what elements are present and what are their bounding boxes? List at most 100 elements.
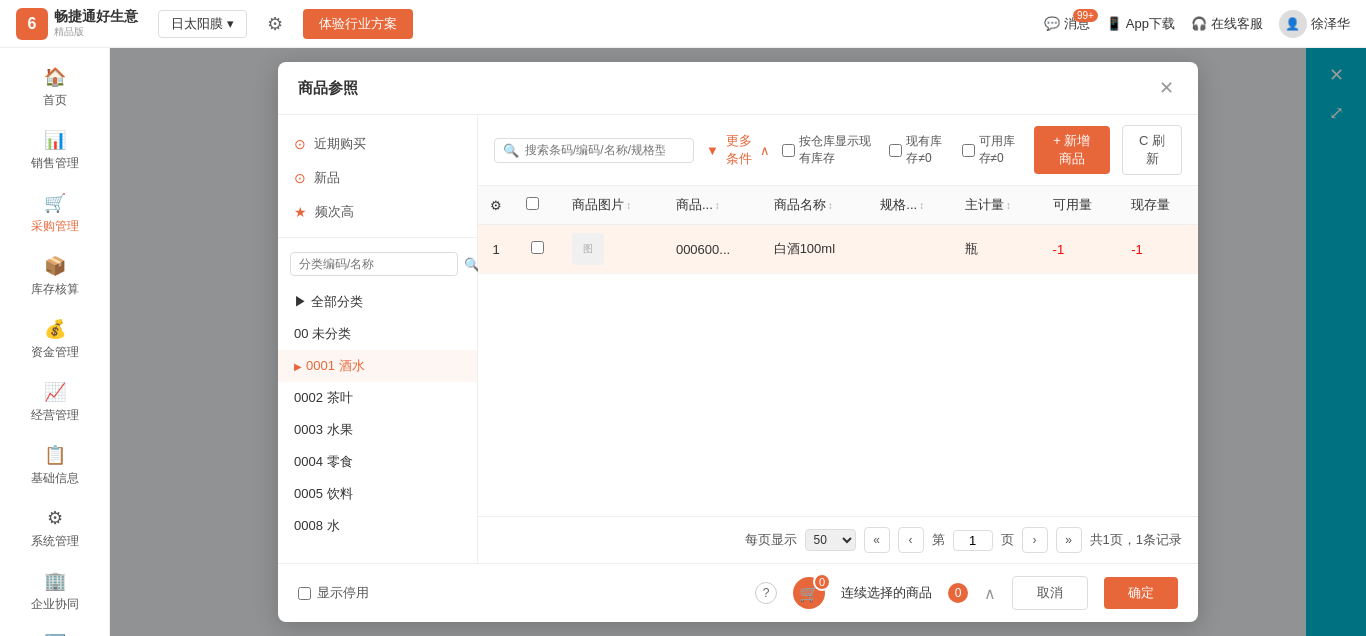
table-body: 1 图 000600... 白酒100ml <box>478 225 1198 274</box>
show-disabled-label: 显示停用 <box>317 584 369 602</box>
nav-new-label: 新品 <box>314 169 340 187</box>
checkbox-warehouse-stock-input[interactable] <box>782 144 795 157</box>
last-page-button[interactable]: » <box>1056 527 1082 553</box>
filter-more-button[interactable]: ▼ 更多条件 ∧ <box>706 132 770 168</box>
th-code[interactable]: 商品...↕ <box>664 186 762 225</box>
add-product-button[interactable]: + 新增商品 <box>1034 126 1111 174</box>
prev-page-button[interactable]: ‹ <box>898 527 924 553</box>
row-checkbox[interactable] <box>514 225 560 274</box>
th-settings[interactable]: ⚙ <box>478 186 514 225</box>
category-all[interactable]: ▶ 全部分类 <box>278 286 477 318</box>
category-0005[interactable]: 0005 饮料 <box>278 478 477 510</box>
category-0003[interactable]: 0003 水果 <box>278 414 477 446</box>
modal-body: ⊙ 近期购买 ⊙ 新品 ★ 频次高 🔍 <box>278 115 1198 563</box>
sidebar-label-sales: 销售管理 <box>31 155 79 172</box>
nav-new-product[interactable]: ⊙ 新品 <box>278 161 477 195</box>
checkbox-stock-nonzero[interactable]: 现有库存≠0 <box>889 133 949 167</box>
sidebar-label-home: 首页 <box>43 92 67 109</box>
show-disabled-checkbox[interactable] <box>298 587 311 600</box>
sidebar-item-operation[interactable]: 📈 经营管理 <box>0 371 109 434</box>
category-search-input[interactable] <box>290 252 458 276</box>
sidebar-label-operation: 经营管理 <box>31 407 79 424</box>
row-image: 图 <box>560 225 664 274</box>
help-icon[interactable]: ? <box>755 582 777 604</box>
product-table: ⚙ 商品图片↕ 商品...↕ 商品名称↕ <box>478 186 1198 274</box>
left-nav-divider <box>278 237 477 238</box>
sidebar-item-home[interactable]: 🏠 首页 <box>0 56 109 119</box>
online-service-label: 在线客服 <box>1211 15 1263 33</box>
product-thumbnail: 图 <box>572 233 604 265</box>
operation-icon: 📈 <box>44 381 66 403</box>
store-name: 日太阳膜 <box>171 15 223 33</box>
store-selector[interactable]: 日太阳膜 ▾ <box>158 10 247 38</box>
sidebar-item-sales[interactable]: 📊 销售管理 <box>0 119 109 182</box>
checkbox-available-nonzero-input[interactable] <box>962 144 975 157</box>
row-spec <box>868 225 953 274</box>
sidebar-item-finance[interactable]: 💰 资金管理 <box>0 308 109 371</box>
username: 徐泽华 <box>1311 15 1350 33</box>
th-unit[interactable]: 主计量↕ <box>953 186 1040 225</box>
sidebar-item-purchase[interactable]: 🛒 采购管理 <box>0 182 109 245</box>
category-0002[interactable]: 0002 茶叶 <box>278 382 477 414</box>
table-header: ⚙ 商品图片↕ 商品...↕ 商品名称↕ <box>478 186 1198 225</box>
collapse-footer-icon[interactable]: ∧ <box>984 584 996 603</box>
sales-icon: 📊 <box>44 129 66 151</box>
checkbox-available-nonzero[interactable]: 可用库存≠0 <box>962 133 1022 167</box>
page-unit: 页 <box>1001 531 1014 549</box>
refresh-button[interactable]: C 刷新 <box>1122 125 1182 175</box>
sidebar-label-system: 系统管理 <box>31 533 79 550</box>
nav-recent-purchase[interactable]: ⊙ 近期购买 <box>278 127 477 161</box>
chevron-down-icon: ▾ <box>227 16 234 31</box>
sidebar-item-guide[interactable]: 🆕 新手引导 <box>0 623 109 636</box>
next-page-button[interactable]: › <box>1022 527 1048 553</box>
online-service-item[interactable]: 🎧 在线客服 <box>1191 15 1263 33</box>
continue-select-label: 连续选择的商品 <box>841 584 932 602</box>
messages-item[interactable]: 💬 消息 99+ <box>1044 15 1090 33</box>
row-code: 000600... <box>664 225 762 274</box>
confirm-button[interactable]: 确定 <box>1104 577 1178 609</box>
sidebar-item-inventory[interactable]: 📦 库存核算 <box>0 245 109 308</box>
category-0010[interactable]: 0010 家电 <box>278 542 477 551</box>
checkbox-warehouse-label: 按仓库显示现有库存 <box>799 133 878 167</box>
modal-left-panel: ⊙ 近期购买 ⊙ 新品 ★ 频次高 🔍 <box>278 115 478 563</box>
user-item[interactable]: 👤 徐泽华 <box>1279 10 1350 38</box>
row-name: 白酒100ml <box>762 225 869 274</box>
row-index: 1 <box>478 225 514 274</box>
selected-count: 0 <box>948 583 968 603</box>
settings-icon[interactable]: ⚙ <box>259 8 291 40</box>
product-table-wrapper: ⚙ 商品图片↕ 商品...↕ 商品名称↕ <box>478 186 1198 516</box>
table-row[interactable]: 1 图 000600... 白酒100ml <box>478 225 1198 274</box>
first-page-button[interactable]: « <box>864 527 890 553</box>
modal-close-button[interactable]: ✕ <box>1154 76 1178 100</box>
recent-icon: ⊙ <box>294 136 306 152</box>
sidebar-item-system[interactable]: ⚙ 系统管理 <box>0 497 109 560</box>
category-0004[interactable]: 0004 零食 <box>278 446 477 478</box>
logo-icon: 6 <box>16 8 48 40</box>
row-unit: 瓶 <box>953 225 1040 274</box>
cancel-button[interactable]: 取消 <box>1012 576 1088 610</box>
category-0008[interactable]: 0008 水 <box>278 510 477 542</box>
logo-area: 6 畅捷通好生意 精品版 <box>16 8 138 40</box>
category-0001[interactable]: ▶ 0001 酒水 <box>278 350 477 382</box>
nav-frequent[interactable]: ★ 频次高 <box>278 195 477 229</box>
checkbox-stock-nonzero-input[interactable] <box>889 144 902 157</box>
checkbox-warehouse-stock[interactable]: 按仓库显示现有库存 <box>782 133 878 167</box>
sidebar-item-basic[interactable]: 📋 基础信息 <box>0 434 109 497</box>
page-number-input[interactable] <box>953 530 993 551</box>
row-select-checkbox[interactable] <box>531 241 544 254</box>
product-search-input[interactable] <box>525 143 665 157</box>
cart-wrap: 🛒 0 <box>793 577 825 609</box>
trial-button[interactable]: 体验行业方案 <box>303 9 413 39</box>
filter-arrow: ∧ <box>760 143 770 158</box>
page-size-select[interactable]: 50 10 20 100 <box>805 529 856 551</box>
row-stock: -1 <box>1119 225 1198 274</box>
th-spec[interactable]: 规格...↕ <box>868 186 953 225</box>
cart-count-badge: 0 <box>813 573 831 591</box>
sidebar-item-enterprise[interactable]: 🏢 企业协同 <box>0 560 109 623</box>
category-00[interactable]: 00 未分类 <box>278 318 477 350</box>
search-box-icon: 🔍 <box>503 143 519 158</box>
select-all-checkbox[interactable] <box>526 197 539 210</box>
th-name[interactable]: 商品名称↕ <box>762 186 869 225</box>
enterprise-icon: 🏢 <box>44 570 66 592</box>
app-download-item[interactable]: 📱 App下载 <box>1106 15 1175 33</box>
